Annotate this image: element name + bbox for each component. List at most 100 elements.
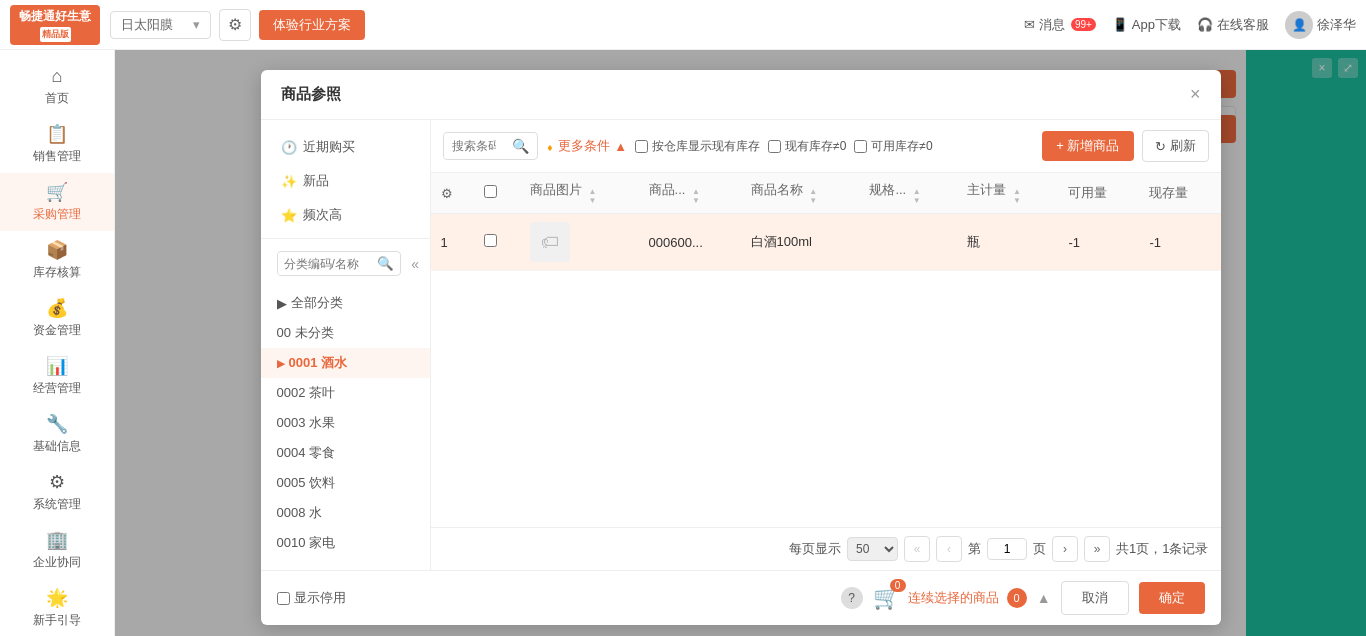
- category-0005[interactable]: 0005 饮料: [261, 468, 430, 498]
- cart-icon-wrapper[interactable]: 🛒 0: [873, 585, 900, 611]
- row-checkbox[interactable]: [484, 234, 497, 247]
- modal-header: 商品参照 ×: [261, 70, 1221, 120]
- modal-sidebar-recent[interactable]: 🕐 近期购买: [269, 132, 422, 162]
- show-disabled-input[interactable]: [277, 592, 290, 605]
- category-0002[interactable]: 0002 茶叶: [261, 378, 430, 408]
- select-all-checkbox[interactable]: [484, 185, 497, 198]
- branch-dropdown[interactable]: 日太阳膜 ▾: [110, 11, 211, 39]
- show-disabled-checkbox[interactable]: 显示停用: [277, 589, 346, 607]
- product-search-icon[interactable]: 🔍: [504, 133, 537, 159]
- modal-pagination-footer: 每页显示 50 100 200 « ‹ 第 页: [431, 527, 1221, 570]
- td-spec: [859, 214, 957, 271]
- modal-close-button[interactable]: ×: [1190, 84, 1201, 105]
- th-unit: 主计量 ▲▼: [957, 173, 1058, 214]
- confirm-button[interactable]: 确定: [1139, 582, 1205, 614]
- notifications-item[interactable]: ✉ 消息 99+: [1024, 16, 1096, 34]
- sidebar-item-system[interactable]: ⚙ 系统管理: [0, 463, 114, 521]
- category-0001[interactable]: ▶ 0001 酒水: [261, 348, 430, 378]
- select-count-badge: 0: [1007, 588, 1027, 608]
- td-img: 🏷: [520, 214, 639, 271]
- th-spec: 规格... ▲▼: [859, 173, 957, 214]
- sidebar-item-enterprise[interactable]: 🏢 企业协同: [0, 521, 114, 579]
- category-search-box: 🔍: [277, 251, 401, 276]
- th-checkbox[interactable]: [474, 173, 519, 214]
- refresh-icon: ↻: [1155, 139, 1166, 154]
- checkbox-usable[interactable]: 可用库存≠0: [854, 138, 932, 155]
- cancel-button[interactable]: 取消: [1061, 581, 1129, 615]
- product-search-input[interactable]: [444, 134, 505, 158]
- th-img: 商品图片 ▲▼: [520, 173, 639, 214]
- bottom-collapse-icon[interactable]: ▲: [1037, 590, 1051, 606]
- table-row[interactable]: 1 🏷 000600... 白酒100ml 瓶: [431, 214, 1221, 271]
- category-uncategorized[interactable]: 00 未分类: [261, 318, 430, 348]
- product-table: ⚙ 商品图片 ▲▼ 商品... ▲▼: [431, 173, 1221, 271]
- sidebar-item-guide[interactable]: 🌟 新手引导: [0, 579, 114, 636]
- last-page-button[interactable]: »: [1084, 536, 1110, 562]
- sort-code-icon: ▲▼: [692, 188, 700, 205]
- refresh-button[interactable]: ↻ 刷新: [1142, 130, 1209, 162]
- sidebar-item-purchase[interactable]: 🛒 采购管理: [0, 173, 114, 231]
- sidebar-collapse-button[interactable]: «: [409, 254, 422, 274]
- filter-arrow-icon: ▲: [614, 139, 627, 154]
- page-number-input[interactable]: [987, 538, 1027, 560]
- sidebar-item-basic[interactable]: 🔧 基础信息: [0, 405, 114, 463]
- td-index: 1: [431, 214, 475, 271]
- sidebar-item-home[interactable]: ⌂ 首页: [0, 58, 114, 115]
- filter-more-button[interactable]: ⬧ 更多条件 ▲: [546, 137, 627, 155]
- th-settings[interactable]: ⚙: [431, 173, 475, 214]
- modal-sidebar-new[interactable]: ✨ 新品: [269, 166, 422, 196]
- cat0001-triangle-icon: ▶: [277, 358, 285, 369]
- user-profile-item[interactable]: 👤 徐泽华: [1285, 11, 1356, 39]
- category-header: 🔍 «: [261, 243, 430, 284]
- first-page-button[interactable]: «: [904, 536, 930, 562]
- checkbox-warehouse[interactable]: 按仓库显示现有库存: [635, 138, 760, 155]
- product-table-wrapper: ⚙ 商品图片 ▲▼ 商品... ▲▼: [431, 173, 1221, 527]
- sidebar-item-sales[interactable]: 📋 销售管理: [0, 115, 114, 173]
- enterprise-icon: 🏢: [46, 529, 68, 551]
- sidebar: ⌂ 首页 📋 销售管理 🛒 采购管理 📦 库存核算 💰 资金管理 📊 经营管理 …: [0, 50, 115, 636]
- sidebar-item-finance[interactable]: 💰 资金管理: [0, 289, 114, 347]
- checkbox-available[interactable]: 现有库存≠0: [768, 138, 846, 155]
- td-code: 000600...: [639, 214, 741, 271]
- checkbox-available-input[interactable]: [768, 140, 781, 153]
- checkbox-usable-input[interactable]: [854, 140, 867, 153]
- guide-icon: 🌟: [46, 587, 68, 609]
- content-area: 查询 设置 刷新 × ⤢ 商品参照 ×: [115, 50, 1366, 636]
- cta-button[interactable]: 体验行业方案: [259, 10, 365, 40]
- headset-icon: 🎧: [1197, 17, 1213, 32]
- td-checkbox[interactable]: [474, 214, 519, 271]
- checkbox-warehouse-input[interactable]: [635, 140, 648, 153]
- sidebar-item-inventory[interactable]: 📦 库存核算: [0, 231, 114, 289]
- modal-sidebar: 🕐 近期购买 ✨ 新品 ⭐ 频次高: [261, 120, 431, 570]
- app-download-item[interactable]: 📱 App下载: [1112, 16, 1181, 34]
- sales-icon: 📋: [46, 123, 68, 145]
- settings-icon[interactable]: ⚙: [219, 9, 251, 41]
- category-0003[interactable]: 0003 水果: [261, 408, 430, 438]
- help-icon[interactable]: ?: [841, 587, 863, 609]
- sidebar-item-operations[interactable]: 📊 经营管理: [0, 347, 114, 405]
- modal-bottom-bar: 显示停用 ? 🛒 0 连续选择的商品 0 ▲ 取消 确定: [261, 570, 1221, 625]
- modal-overlay: 商品参照 × 🕐 近期购买 ✨ 新: [115, 50, 1366, 636]
- table-header-row: ⚙ 商品图片 ▲▼ 商品... ▲▼: [431, 173, 1221, 214]
- add-product-button[interactable]: + 新增商品: [1042, 131, 1133, 161]
- page-size-select[interactable]: 50 100 200: [847, 537, 898, 561]
- category-0004[interactable]: 0004 零食: [261, 438, 430, 468]
- th-name: 商品名称 ▲▼: [741, 173, 860, 214]
- td-available: -1: [1058, 214, 1139, 271]
- purchase-icon: 🛒: [46, 181, 68, 203]
- category-search-icon[interactable]: 🔍: [371, 252, 400, 275]
- main-layout: ⌂ 首页 📋 销售管理 🛒 采购管理 📦 库存核算 💰 资金管理 📊 经营管理 …: [0, 50, 1366, 636]
- prev-page-button[interactable]: ‹: [936, 536, 962, 562]
- online-service-item[interactable]: 🎧 在线客服: [1197, 16, 1269, 34]
- category-all[interactable]: ▶ 全部分类: [261, 288, 430, 318]
- cart-badge: 0: [890, 579, 906, 592]
- category-0010[interactable]: 0010 家电: [261, 528, 430, 558]
- modal-sidebar-frequent[interactable]: ⭐ 频次高: [269, 200, 422, 230]
- next-page-button[interactable]: ›: [1052, 536, 1078, 562]
- star-icon: ⭐: [281, 208, 297, 223]
- sort-spec-icon: ▲▼: [913, 188, 921, 205]
- category-0008[interactable]: 0008 水: [261, 498, 430, 528]
- modal-main: 🔍 ⬧ 更多条件 ▲ 按仓库显示现有库存: [431, 120, 1221, 570]
- category-search-input[interactable]: [278, 253, 371, 275]
- avatar: 👤: [1285, 11, 1313, 39]
